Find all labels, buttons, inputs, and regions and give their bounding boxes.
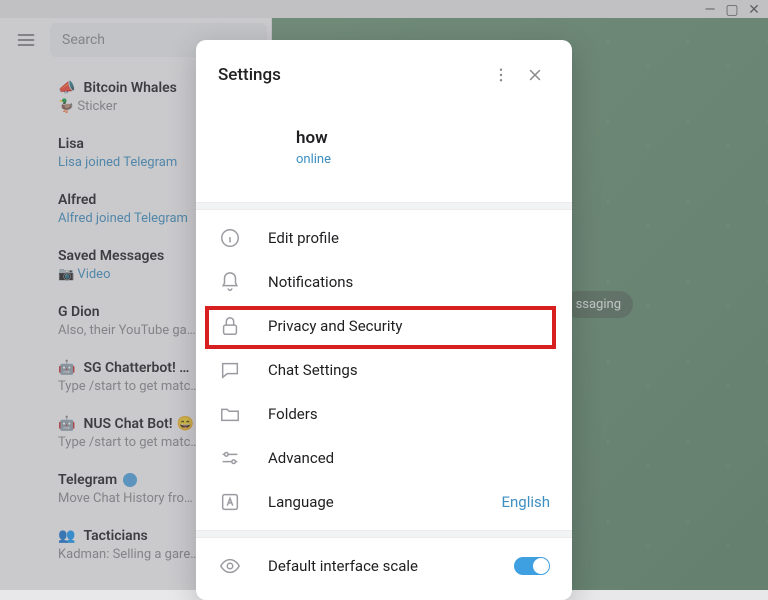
settings-item-advanced[interactable]: Advanced (196, 436, 572, 480)
bell-icon (218, 270, 242, 294)
more-button[interactable] (484, 58, 518, 92)
settings-item-edit[interactable]: Edit profile (196, 216, 572, 260)
settings-item-value: English (501, 493, 550, 511)
settings-modal: Settings how online Edit profile Notifica… (196, 40, 572, 600)
sliders-icon (218, 446, 242, 470)
scale-toggle[interactable] (514, 557, 550, 575)
settings-item-label: Chat Settings (268, 361, 550, 379)
profile-status: online (296, 152, 331, 167)
scale-label: Default interface scale (268, 557, 488, 575)
settings-item-label: Notifications (268, 273, 550, 291)
kebab-icon (492, 66, 510, 84)
eye-icon (218, 554, 242, 578)
close-icon (526, 66, 544, 84)
scale-toggle-row[interactable]: Default interface scale (196, 544, 572, 588)
settings-item-lang[interactable]: Language English (196, 480, 572, 524)
close-button[interactable] (518, 58, 552, 92)
settings-item-privacy[interactable]: Privacy and Security (196, 304, 572, 348)
divider (196, 202, 572, 210)
settings-item-label: Language (268, 493, 475, 511)
lock-icon (218, 314, 242, 338)
avatar[interactable] (218, 116, 280, 178)
settings-item-label: Advanced (268, 449, 550, 467)
settings-menu: Edit profile Notifications Privacy and Sec… (196, 210, 572, 530)
settings-item-notif[interactable]: Notifications (196, 260, 572, 304)
settings-item-label: Edit profile (268, 229, 550, 247)
divider (196, 530, 572, 538)
settings-item-label: Privacy and Security (268, 317, 550, 335)
folder-icon (218, 402, 242, 426)
chat-icon (218, 358, 242, 382)
lang-icon (218, 490, 242, 514)
profile-name: how (296, 128, 331, 148)
modal-title: Settings (218, 65, 484, 85)
settings-item-label: Folders (268, 405, 550, 423)
settings-item-chat[interactable]: Chat Settings (196, 348, 572, 392)
info-icon (218, 226, 242, 250)
settings-item-folders[interactable]: Folders (196, 392, 572, 436)
